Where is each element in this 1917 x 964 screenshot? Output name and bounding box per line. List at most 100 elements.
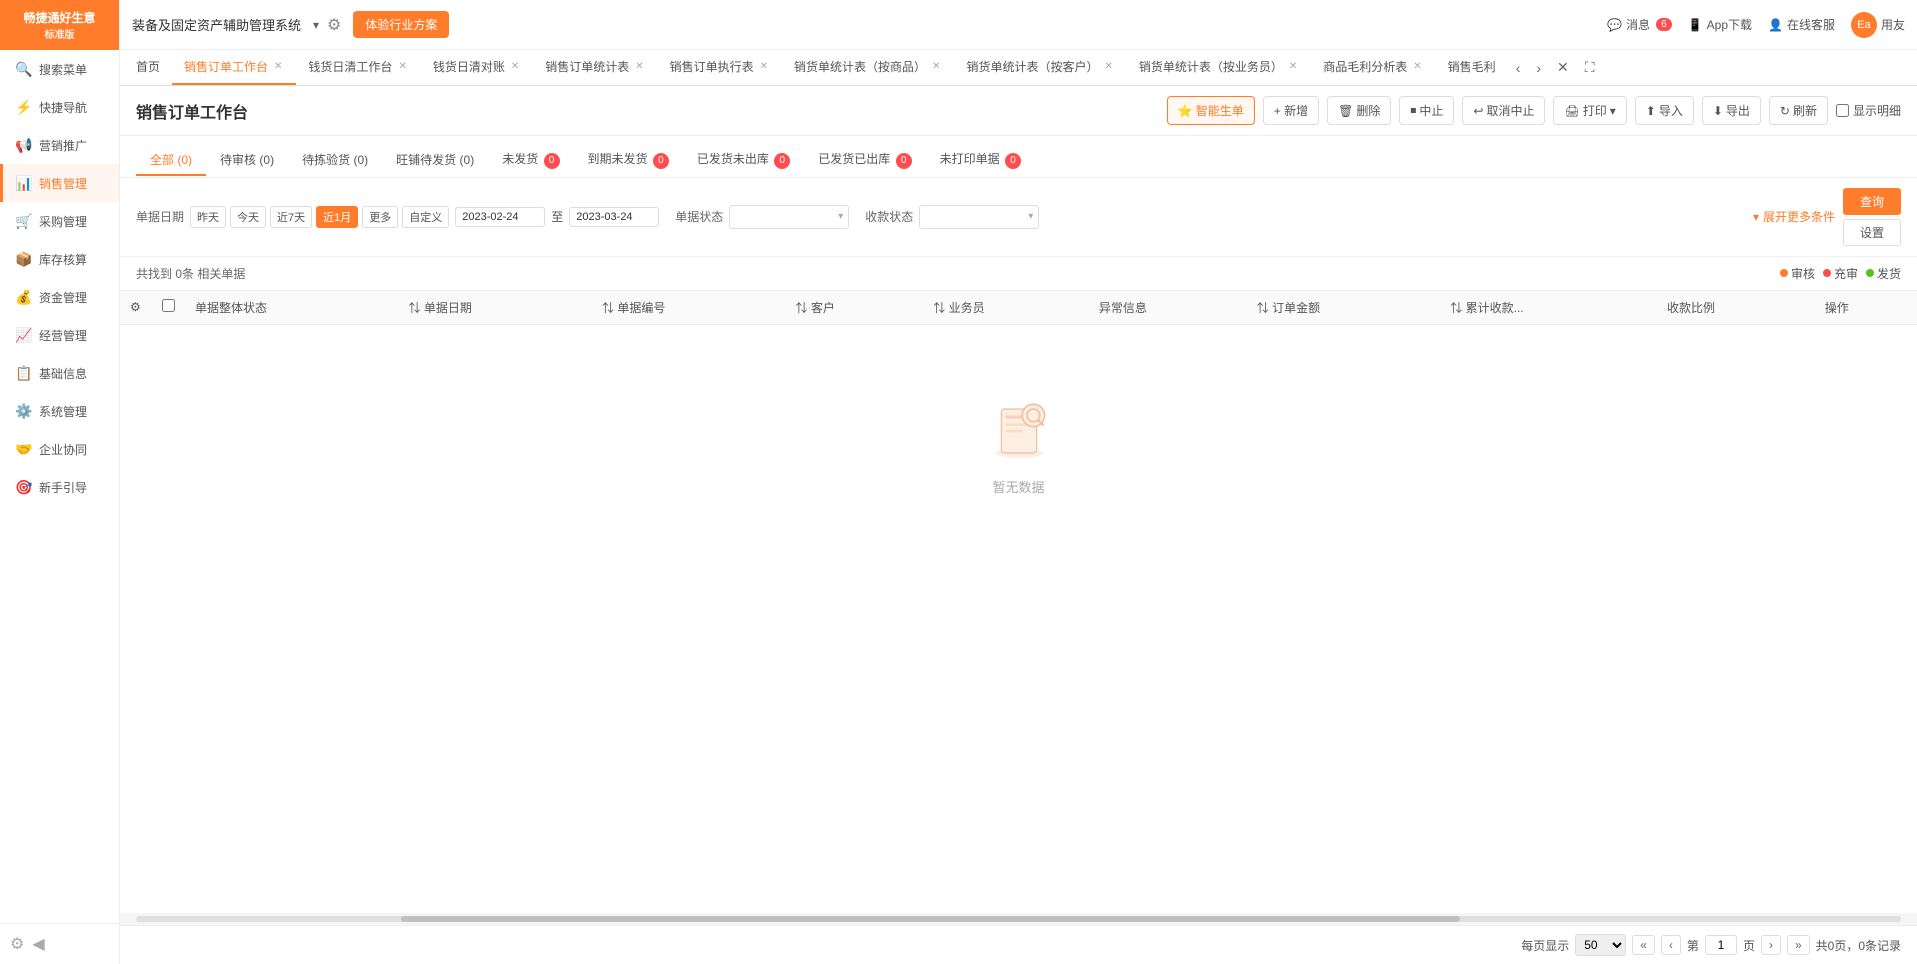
cancel-review-btn[interactable]: 充审: [1823, 265, 1858, 282]
tab-close-all[interactable]: ✕: [1549, 55, 1577, 80]
tab-fullscreen[interactable]: ⛶: [1577, 55, 1603, 80]
filter-tab-wangpu-ship[interactable]: 旺铺待发货 (0): [382, 145, 488, 176]
date-custom-btn[interactable]: 自定义: [402, 206, 449, 228]
online-service-item[interactable]: 👤 在线客服: [1768, 16, 1835, 33]
table-scroll[interactable]: ⚙ 单据整体状态 ⇅ 单据日期 ⇅ 单据编号: [120, 291, 1917, 914]
tab-cash-reconcile[interactable]: 钱货日清对账 ✕: [421, 50, 533, 85]
filter-tab-all[interactable]: 全部 (0): [136, 145, 206, 176]
refresh-button[interactable]: ↻ 刷新: [1769, 96, 1828, 125]
horizontal-scrollbar[interactable]: [120, 913, 1917, 925]
col-status[interactable]: 单据整体状态: [185, 291, 399, 325]
sidebar-item-enterprise[interactable]: 🤝 企业协同: [0, 430, 119, 468]
tab-close-icon[interactable]: ✕: [758, 60, 770, 73]
tab-sales-stats[interactable]: 销售订单统计表 ✕: [533, 50, 657, 85]
filter-tab-shipped-no-out[interactable]: 已发货未出库 0: [683, 144, 804, 177]
sidebar-item-search-menu[interactable]: 🔍 搜索菜单: [0, 50, 119, 88]
sidebar-item-guide[interactable]: 🎯 新手引导: [0, 468, 119, 506]
scrollbar-thumb[interactable]: [401, 916, 1460, 922]
date-from-input[interactable]: [455, 207, 545, 227]
col-number[interactable]: ⇅ 单据编号: [592, 291, 785, 325]
sidebar-item-operations[interactable]: 📈 经营管理: [0, 316, 119, 354]
next-page-btn[interactable]: ›: [1761, 935, 1781, 955]
user-item[interactable]: Ea 用友: [1851, 12, 1905, 38]
filter-tab-pending-check[interactable]: 待拣验货 (0): [288, 145, 382, 176]
tab-nav-next[interactable]: ›: [1528, 56, 1549, 80]
scrollbar-track[interactable]: [136, 916, 1901, 922]
select-all-checkbox[interactable]: [162, 299, 175, 312]
new-button[interactable]: + 新增: [1263, 96, 1319, 125]
tab-cash-daily[interactable]: 钱货日清工作台 ✕: [296, 50, 420, 85]
date-more-btn[interactable]: 更多: [362, 206, 398, 228]
solution-button[interactable]: 体验行业方案: [353, 11, 449, 38]
date-to-input[interactable]: [569, 207, 659, 227]
date-month1-btn[interactable]: 近1月: [316, 206, 358, 228]
tab-sales-increase[interactable]: 销售毛利: [1436, 50, 1508, 85]
sidebar-item-system[interactable]: ⚙️ 系统管理: [0, 392, 119, 430]
export-button[interactable]: ⬇ 导出: [1702, 96, 1761, 125]
filter-tab-overdue-ship[interactable]: 到期未发货 0: [574, 144, 683, 177]
detail-checkbox-input[interactable]: [1836, 104, 1849, 117]
message-item[interactable]: 💬 消息 6: [1607, 16, 1672, 33]
sidebar-item-marketing[interactable]: 📢 营销推广: [0, 126, 119, 164]
delete-button[interactable]: 🗑 删除: [1327, 96, 1391, 125]
tab-close-icon[interactable]: ✕: [1287, 60, 1299, 73]
print-button[interactable]: 🖨 打印 ▾: [1553, 96, 1626, 125]
tab-close-icon[interactable]: ✕: [1411, 60, 1423, 73]
col-amount[interactable]: ⇅ 订单金额: [1247, 291, 1440, 325]
first-page-btn[interactable]: «: [1632, 935, 1655, 955]
import-button[interactable]: ⬆ 导入: [1635, 96, 1694, 125]
payment-select[interactable]: [919, 205, 1039, 229]
ship-btn[interactable]: 发货: [1866, 265, 1901, 282]
col-ratio[interactable]: 收款比例: [1657, 291, 1815, 325]
filter-tab-not-shipped[interactable]: 未发货 0: [488, 144, 573, 177]
filter-tab-not-printed[interactable]: 未打印单据 0: [926, 144, 1035, 177]
date-last7-btn[interactable]: 近7天: [270, 206, 312, 228]
sidebar-item-basic-info[interactable]: 📋 基础信息: [0, 354, 119, 392]
filter-tab-shipped-out[interactable]: 已发货已出库 0: [804, 144, 925, 177]
date-yesterday-btn[interactable]: 昨天: [190, 206, 226, 228]
tab-gross-profit[interactable]: 商品毛利分析表 ✕: [1311, 50, 1435, 85]
current-page-input[interactable]: [1705, 935, 1737, 955]
tab-sales-workbench[interactable]: 销售订单工作台 ✕: [172, 50, 296, 85]
tab-close-icon[interactable]: ✕: [509, 60, 521, 73]
col-collected[interactable]: ⇅ 累计收款...: [1440, 291, 1657, 325]
tab-close-icon[interactable]: ✕: [633, 60, 645, 73]
last-page-btn[interactable]: »: [1787, 935, 1810, 955]
sidebar-item-finance[interactable]: 💰 资金管理: [0, 278, 119, 316]
sidebar-item-inventory[interactable]: 📦 库存核算: [0, 240, 119, 278]
tab-sales-summary-staff[interactable]: 销货单统计表（按业务员） ✕: [1127, 50, 1311, 85]
tab-close-icon[interactable]: ✕: [1102, 60, 1114, 73]
settings-bottom-icon[interactable]: ⚙: [10, 934, 24, 954]
col-date[interactable]: ⇅ 单据日期: [399, 291, 592, 325]
setting-button[interactable]: 设置: [1843, 219, 1901, 246]
prev-page-btn[interactable]: ‹: [1661, 935, 1681, 955]
tab-close-icon[interactable]: ✕: [396, 60, 408, 73]
col-customer[interactable]: ⇅ 客户: [786, 291, 924, 325]
smart-gen-button[interactable]: ⭐ 智能生单: [1167, 96, 1255, 125]
tab-close-icon[interactable]: ✕: [930, 60, 942, 73]
col-abnormal[interactable]: 异常信息: [1089, 291, 1247, 325]
show-detail-checkbox[interactable]: 显示明细: [1836, 102, 1901, 119]
tab-sales-summary-customer[interactable]: 销货单统计表（按客户） ✕: [954, 50, 1126, 85]
tab-nav-prev[interactable]: ‹: [1508, 56, 1529, 80]
header-gear-icon[interactable]: ⚙: [327, 15, 341, 35]
collapse-icon[interactable]: ◀: [32, 934, 44, 954]
sidebar-item-quick-nav[interactable]: ⚡ 快捷导航: [0, 88, 119, 126]
status-select[interactable]: [729, 205, 849, 229]
sidebar-item-purchase[interactable]: 🛒 采购管理: [0, 202, 119, 240]
tab-close-icon[interactable]: ✕: [272, 60, 284, 73]
col-checkbox[interactable]: [152, 291, 185, 325]
page-size-select[interactable]: 50 10 20 100: [1575, 934, 1626, 956]
col-salesperson[interactable]: ⇅ 业务员: [923, 291, 1089, 325]
expand-conditions-btn[interactable]: ▾ 展开更多条件: [1753, 208, 1835, 225]
stop-button[interactable]: ⏹ 中止: [1399, 96, 1454, 125]
query-button[interactable]: 查询: [1843, 188, 1901, 215]
col-settings[interactable]: ⚙: [120, 291, 152, 325]
sidebar-item-sales[interactable]: 📊 销售管理: [0, 164, 119, 202]
tab-home[interactable]: 首页: [124, 50, 172, 85]
review-btn[interactable]: 审核: [1780, 265, 1815, 282]
cancel-stop-button[interactable]: ↩ 取消中止: [1462, 96, 1545, 125]
date-today-btn[interactable]: 今天: [230, 206, 266, 228]
header-dropdown-icon[interactable]: ▾: [313, 18, 319, 32]
tab-sales-summary-product[interactable]: 销货单统计表（按商品） ✕: [782, 50, 954, 85]
